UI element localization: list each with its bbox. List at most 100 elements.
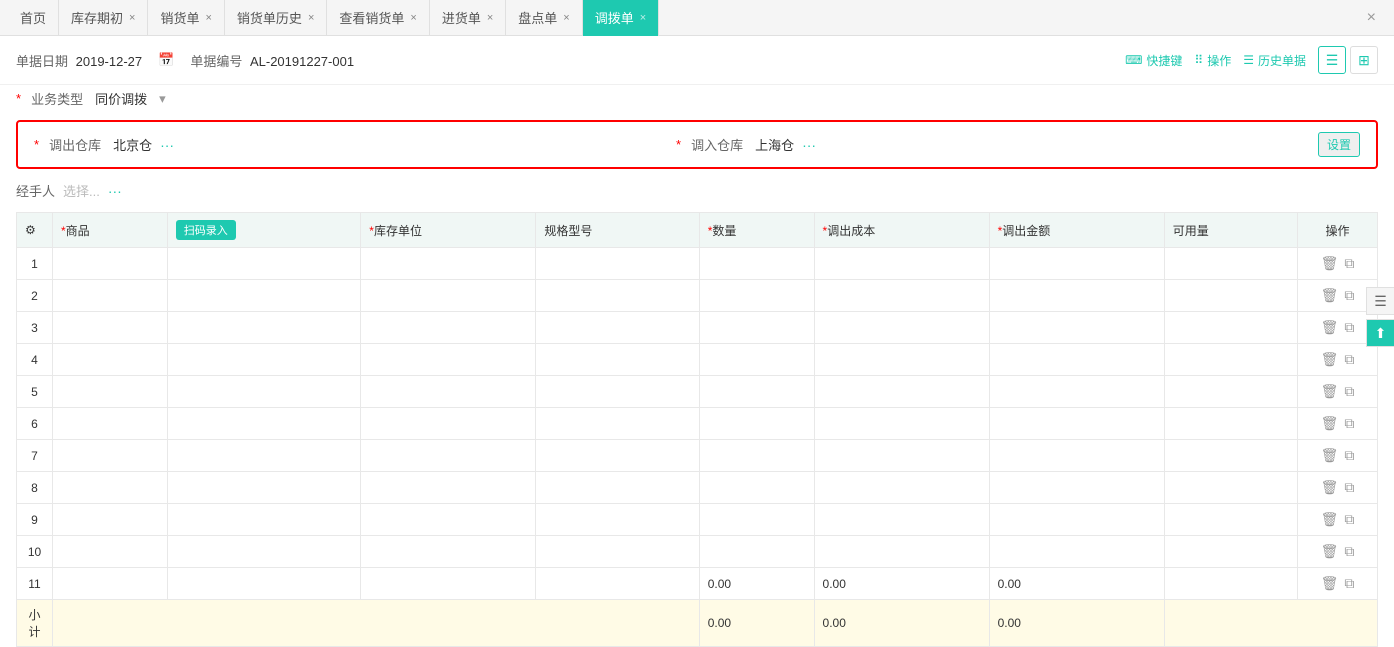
delete-icon-9[interactable]: 🗑 <box>1321 511 1339 528</box>
cell-spec-5 <box>536 376 699 408</box>
copy-icon-11[interactable]: ⧉ <box>1344 575 1354 592</box>
close-tab-purchase-order[interactable]: × <box>487 12 493 24</box>
list-view-button[interactable]: ☰ <box>1318 46 1346 74</box>
cell-product-5[interactable] <box>53 376 168 408</box>
cell-cost-3 <box>814 312 989 344</box>
th-gear[interactable]: ⚙ <box>17 213 53 248</box>
delete-icon-8[interactable]: 🗑 <box>1321 479 1339 496</box>
cell-product-9[interactable] <box>53 504 168 536</box>
cell-qty-2[interactable] <box>699 280 814 312</box>
cell-unit-7 <box>361 440 536 472</box>
scan-button[interactable]: 扫码录入 <box>176 220 236 240</box>
cell-unit-2 <box>361 280 536 312</box>
history-button[interactable]: ☰ 历史单据 <box>1243 52 1306 69</box>
cell-qty-7[interactable] <box>699 440 814 472</box>
delete-icon-7[interactable]: 🗑 <box>1321 447 1339 464</box>
th-qty: *数量 <box>699 213 814 248</box>
tab-transfer[interactable]: 调拨单 × <box>583 0 659 36</box>
cell-product-7[interactable] <box>53 440 168 472</box>
tab-sales-history[interactable]: 销货单历史 × <box>225 0 327 36</box>
subtotal-amount-display: 0.00 <box>989 600 1164 647</box>
tab-inventory-check[interactable]: 盘点单 × <box>506 0 582 36</box>
cell-spec-9 <box>536 504 699 536</box>
cell-action-6: 🗑 ⧉ <box>1298 408 1378 440</box>
grid-view-button[interactable]: ⊞ <box>1350 46 1378 74</box>
delete-icon-2[interactable]: 🗑 <box>1321 287 1339 304</box>
copy-icon-6[interactable]: ⧉ <box>1344 415 1354 432</box>
cell-qty-4[interactable] <box>699 344 814 376</box>
th-action: 操作 <box>1298 213 1378 248</box>
side-list-btn[interactable]: ☰ <box>1366 287 1394 315</box>
tab-view-sales[interactable]: 查看销货单 × <box>327 0 429 36</box>
row-num-2: 2 <box>17 280 53 312</box>
cell-amount-1 <box>989 248 1164 280</box>
cell-product-10[interactable] <box>53 536 168 568</box>
header-doc-info: 单据日期 2019-12-27 📅 单据编号 AL-20191227-001 <box>16 51 354 70</box>
delete-icon-11[interactable]: 🗑 <box>1321 575 1339 592</box>
subtotal-rest <box>1164 600 1377 647</box>
close-tab-sales-history[interactable]: × <box>308 12 314 24</box>
close-tab-transfer[interactable]: × <box>640 12 646 24</box>
tab-inventory-init[interactable]: 库存期初 × <box>59 0 148 36</box>
th-unit: *库存单位 <box>361 213 536 248</box>
close-tab-view-sales[interactable]: × <box>410 12 416 24</box>
operations-button[interactable]: ⠿ 操作 <box>1194 52 1231 69</box>
cell-scan-7 <box>167 440 360 472</box>
transfer-in-more[interactable]: ··· <box>802 137 816 153</box>
tab-sales-order[interactable]: 销货单 × <box>148 0 224 36</box>
cell-product-1[interactable] <box>53 248 168 280</box>
close-tab-inventory-init[interactable]: × <box>129 12 135 24</box>
subtotal-amount: 0.00 <box>989 568 1164 600</box>
cell-action-9: 🗑 ⧉ <box>1298 504 1378 536</box>
transfer-out-group: * 调出仓库 北京仓 ··· <box>34 135 636 154</box>
tab-home[interactable]: 首页 <box>8 0 59 36</box>
cell-available-10 <box>1164 536 1297 568</box>
cell-amount-5 <box>989 376 1164 408</box>
delete-icon-6[interactable]: 🗑 <box>1321 415 1339 432</box>
delete-icon-10[interactable]: 🗑 <box>1321 543 1339 560</box>
copy-icon-10[interactable]: ⧉ <box>1344 543 1354 560</box>
delete-icon-5[interactable]: 🗑 <box>1321 383 1339 400</box>
delete-icon-3[interactable]: 🗑 <box>1321 319 1339 336</box>
cell-qty-9[interactable] <box>699 504 814 536</box>
settings-button[interactable]: 设置 <box>1318 132 1360 157</box>
copy-icon-3[interactable]: ⧉ <box>1344 319 1354 336</box>
delete-icon-1[interactable]: 🗑 <box>1321 255 1339 272</box>
copy-icon-5[interactable]: ⧉ <box>1344 383 1354 400</box>
business-type-dropdown[interactable]: ▾ <box>159 91 166 107</box>
cell-qty-5[interactable] <box>699 376 814 408</box>
subtotal-product <box>53 568 168 600</box>
cell-cost-9 <box>814 504 989 536</box>
copy-icon-7[interactable]: ⧉ <box>1344 447 1354 464</box>
cell-qty-6[interactable] <box>699 408 814 440</box>
handler-more[interactable]: ··· <box>108 183 122 199</box>
calendar-icon[interactable]: 📅 <box>158 52 174 68</box>
shortcuts-button[interactable]: ⌨ 快捷键 <box>1125 52 1182 69</box>
cell-qty-8[interactable] <box>699 472 814 504</box>
copy-icon-8[interactable]: ⧉ <box>1344 479 1354 496</box>
copy-icon-2[interactable]: ⧉ <box>1344 287 1354 304</box>
subtotal-label: 小计 <box>17 600 53 647</box>
cell-product-4[interactable] <box>53 344 168 376</box>
side-export-btn[interactable]: ⬆ <box>1366 319 1394 347</box>
close-all-tabs[interactable]: × <box>1357 9 1386 27</box>
copy-icon-9[interactable]: ⧉ <box>1344 511 1354 528</box>
cell-qty-10[interactable] <box>699 536 814 568</box>
copy-icon-1[interactable]: ⧉ <box>1344 255 1354 272</box>
cell-product-8[interactable] <box>53 472 168 504</box>
transfer-out-more[interactable]: ··· <box>160 137 174 153</box>
cell-product-3[interactable] <box>53 312 168 344</box>
shortcuts-icon: ⌨ <box>1125 53 1142 67</box>
tab-purchase-order[interactable]: 进货单 × <box>430 0 506 36</box>
close-tab-sales-order[interactable]: × <box>205 12 211 24</box>
cell-qty-3[interactable] <box>699 312 814 344</box>
delete-icon-4[interactable]: 🗑 <box>1321 351 1339 368</box>
cell-amount-8 <box>989 472 1164 504</box>
cell-qty-1[interactable] <box>699 248 814 280</box>
close-tab-inventory-check[interactable]: × <box>563 12 569 24</box>
cell-action-8: 🗑 ⧉ <box>1298 472 1378 504</box>
copy-icon-4[interactable]: ⧉ <box>1344 351 1354 368</box>
cell-product-6[interactable] <box>53 408 168 440</box>
cell-product-2[interactable] <box>53 280 168 312</box>
table-wrapper: ⚙ *商品 扫码录入 *库存单位 规格型号 *数量 *调出成本 *调出金额 可用… <box>0 212 1394 647</box>
